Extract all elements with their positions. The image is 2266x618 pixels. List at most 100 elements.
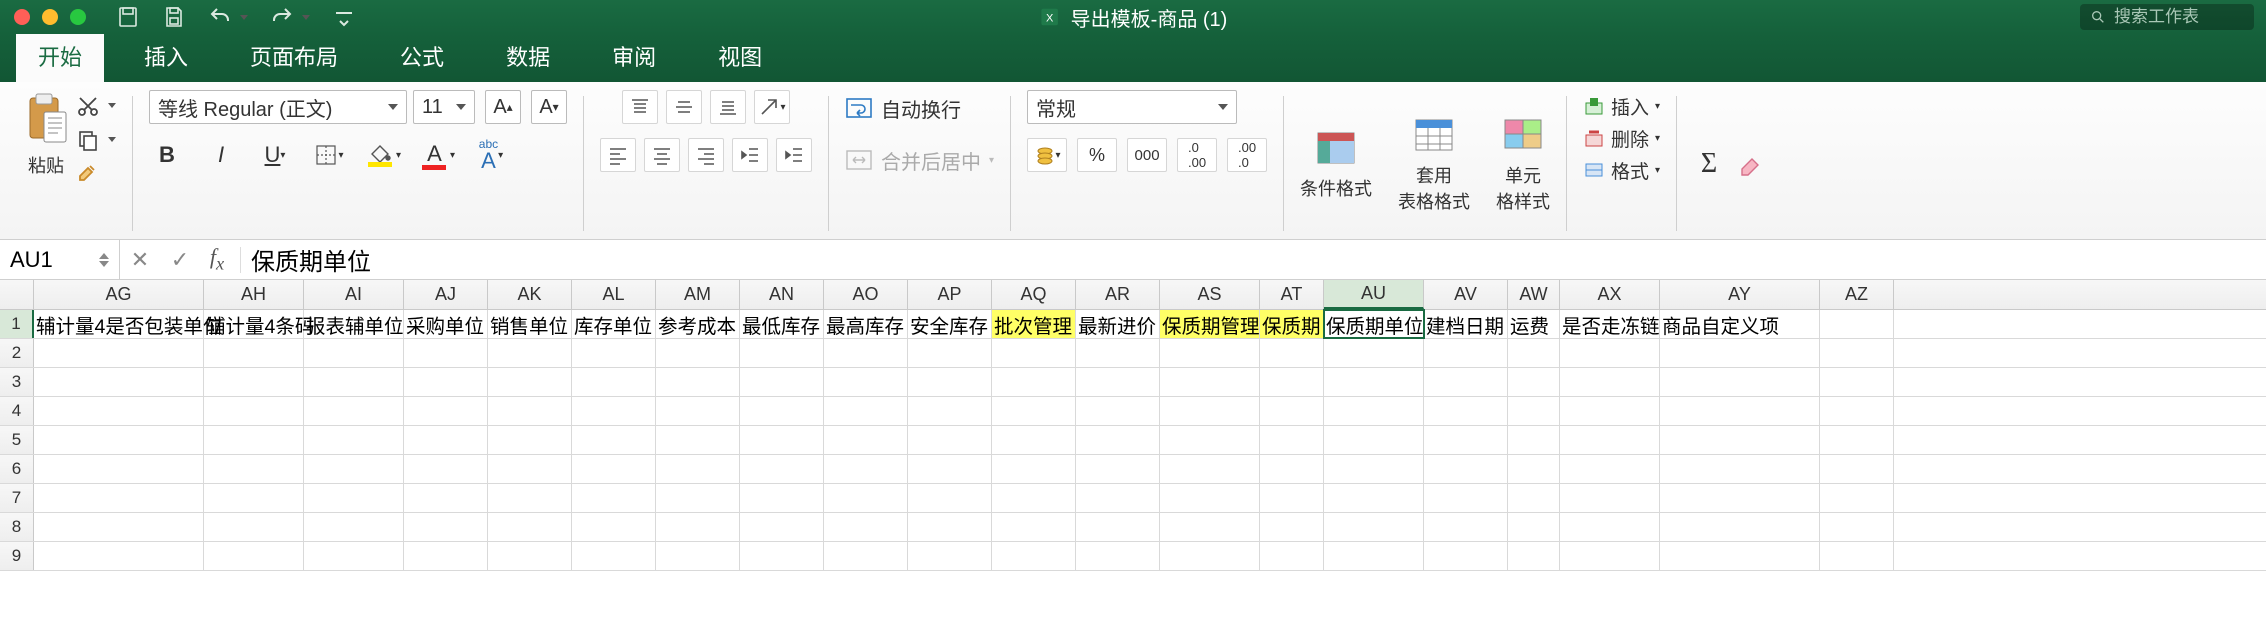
decrease-font-button[interactable]: A▾ xyxy=(531,90,567,124)
cell-AI8[interactable] xyxy=(304,513,404,541)
format-cells-button[interactable]: 格式▾ xyxy=(1583,154,1660,186)
borders-button[interactable]: ▾ xyxy=(311,138,347,172)
cell-AP5[interactable] xyxy=(908,426,992,454)
save-button[interactable] xyxy=(162,5,186,29)
accounting-format-button[interactable]: ▾ xyxy=(1027,138,1067,172)
cell-AP2[interactable] xyxy=(908,339,992,367)
row-header-9[interactable]: 9 xyxy=(0,542,34,570)
cell-AJ1[interactable]: 采购单位 xyxy=(404,310,488,338)
formula-input[interactable]: 保质期单位 xyxy=(241,242,2266,277)
cell-AL2[interactable] xyxy=(572,339,656,367)
cell-AN3[interactable] xyxy=(740,368,824,396)
merge-center-button[interactable]: 合并后居中 ▾ xyxy=(845,142,994,178)
ribbon-tab-5[interactable]: 审阅 xyxy=(590,30,678,82)
cell-AJ4[interactable] xyxy=(404,397,488,425)
cell-AX8[interactable] xyxy=(1560,513,1660,541)
cell-AR8[interactable] xyxy=(1076,513,1160,541)
cell-AQ2[interactable] xyxy=(992,339,1076,367)
cell-AL7[interactable] xyxy=(572,484,656,512)
col-header-AH[interactable]: AH xyxy=(204,280,304,309)
cell-AW3[interactable] xyxy=(1508,368,1560,396)
cell-AM4[interactable] xyxy=(656,397,740,425)
row-header-7[interactable]: 7 xyxy=(0,484,34,512)
cell-AR3[interactable] xyxy=(1076,368,1160,396)
col-header-AW[interactable]: AW xyxy=(1508,280,1560,309)
cell-AQ6[interactable] xyxy=(992,455,1076,483)
col-header-AX[interactable]: AX xyxy=(1560,280,1660,309)
cell-AQ8[interactable] xyxy=(992,513,1076,541)
cell-AK3[interactable] xyxy=(488,368,572,396)
cell-AH4[interactable] xyxy=(204,397,304,425)
cell-AG9[interactable] xyxy=(34,542,204,570)
col-header-AS[interactable]: AS xyxy=(1160,280,1260,309)
col-header-AP[interactable]: AP xyxy=(908,280,992,309)
cell-AQ7[interactable] xyxy=(992,484,1076,512)
cell-AL6[interactable] xyxy=(572,455,656,483)
cell-AZ3[interactable] xyxy=(1820,368,1894,396)
cell-AI3[interactable] xyxy=(304,368,404,396)
cell-AP7[interactable] xyxy=(908,484,992,512)
align-top-button[interactable] xyxy=(622,90,658,124)
cell-AZ2[interactable] xyxy=(1820,339,1894,367)
cell-AV8[interactable] xyxy=(1424,513,1508,541)
cell-AP1[interactable]: 安全库存 xyxy=(908,310,992,338)
cell-AM5[interactable] xyxy=(656,426,740,454)
cell-AZ1[interactable] xyxy=(1820,310,1894,338)
select-all-corner[interactable] xyxy=(0,280,34,309)
row-header-6[interactable]: 6 xyxy=(0,455,34,483)
cell-AK6[interactable] xyxy=(488,455,572,483)
cell-AX6[interactable] xyxy=(1560,455,1660,483)
cell-AU4[interactable] xyxy=(1324,397,1424,425)
cell-AY3[interactable] xyxy=(1660,368,1820,396)
format-painter-button[interactable] xyxy=(76,162,116,186)
row-header-2[interactable]: 2 xyxy=(0,339,34,367)
ribbon-tab-1[interactable]: 插入 xyxy=(122,30,210,82)
cell-AZ4[interactable] xyxy=(1820,397,1894,425)
cell-AJ5[interactable] xyxy=(404,426,488,454)
col-header-AQ[interactable]: AQ xyxy=(992,280,1076,309)
cell-AS9[interactable] xyxy=(1160,542,1260,570)
cell-AG6[interactable] xyxy=(34,455,204,483)
cell-AU9[interactable] xyxy=(1324,542,1424,570)
cell-AQ3[interactable] xyxy=(992,368,1076,396)
conditional-format-button[interactable]: 条件格式 xyxy=(1300,127,1372,201)
col-header-AY[interactable]: AY xyxy=(1660,280,1820,309)
cell-AV7[interactable] xyxy=(1424,484,1508,512)
cell-AH1[interactable]: 辅计量4条码 xyxy=(204,310,304,338)
cell-AW6[interactable] xyxy=(1508,455,1560,483)
cell-AG8[interactable] xyxy=(34,513,204,541)
increase-decimal-button[interactable]: .0.00 xyxy=(1177,138,1217,172)
cell-AV3[interactable] xyxy=(1424,368,1508,396)
cell-AX1[interactable]: 是否走冻链 xyxy=(1560,310,1660,338)
cell-AJ6[interactable] xyxy=(404,455,488,483)
cell-AH9[interactable] xyxy=(204,542,304,570)
cell-AQ9[interactable] xyxy=(992,542,1076,570)
row-header-3[interactable]: 3 xyxy=(0,368,34,396)
increase-indent-button[interactable] xyxy=(776,138,812,172)
cell-AX5[interactable] xyxy=(1560,426,1660,454)
ribbon-tab-2[interactable]: 页面布局 xyxy=(228,30,360,82)
cell-AL5[interactable] xyxy=(572,426,656,454)
cell-AX4[interactable] xyxy=(1560,397,1660,425)
increase-font-button[interactable]: A▴ xyxy=(485,90,521,124)
cell-AO9[interactable] xyxy=(824,542,908,570)
cell-AL4[interactable] xyxy=(572,397,656,425)
font-name-combobox[interactable]: 等线 Regular (正文) xyxy=(149,90,407,124)
cell-AJ2[interactable] xyxy=(404,339,488,367)
cell-AI7[interactable] xyxy=(304,484,404,512)
orientation-button[interactable]: ▾ xyxy=(754,90,790,124)
cell-AN7[interactable] xyxy=(740,484,824,512)
cell-AS5[interactable] xyxy=(1160,426,1260,454)
cell-AT3[interactable] xyxy=(1260,368,1324,396)
col-header-AT[interactable]: AT xyxy=(1260,280,1324,309)
cell-AJ3[interactable] xyxy=(404,368,488,396)
cell-AZ6[interactable] xyxy=(1820,455,1894,483)
cell-AJ9[interactable] xyxy=(404,542,488,570)
cell-AO4[interactable] xyxy=(824,397,908,425)
cell-AT2[interactable] xyxy=(1260,339,1324,367)
spreadsheet-grid[interactable]: AGAHAIAJAKALAMANAOAPAQARASATAUAVAWAXAYAZ… xyxy=(0,280,2266,571)
cell-AO2[interactable] xyxy=(824,339,908,367)
fx-button[interactable]: fx xyxy=(200,244,240,274)
fill-color-button[interactable]: ▾ xyxy=(365,138,401,172)
col-header-AJ[interactable]: AJ xyxy=(404,280,488,309)
